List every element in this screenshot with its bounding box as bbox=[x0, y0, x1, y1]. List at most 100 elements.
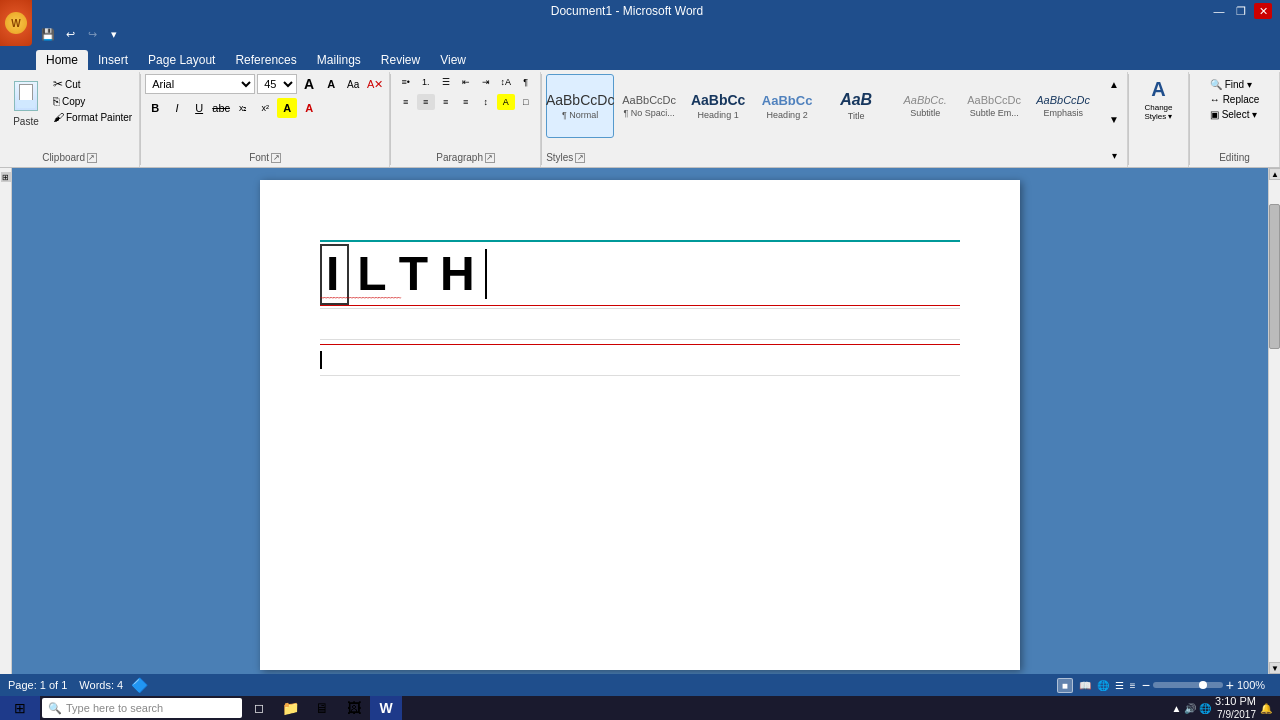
strikethrough-button[interactable]: abc bbox=[211, 98, 231, 118]
document-body-section bbox=[320, 339, 960, 376]
style-heading2[interactable]: AaBbCc Heading 2 bbox=[753, 74, 821, 138]
scroll-down-arrow[interactable]: ▼ bbox=[1269, 662, 1280, 674]
border-button[interactable]: □ bbox=[517, 94, 535, 110]
copy-button[interactable]: ⎘ Copy bbox=[50, 94, 135, 108]
ribbon-group-change-styles: A ChangeStyles ▾ bbox=[1129, 72, 1189, 167]
styles-scroll-down[interactable]: ▼ bbox=[1105, 112, 1123, 128]
save-button[interactable]: 💾 bbox=[38, 24, 58, 44]
task-view-button[interactable]: ◻ bbox=[244, 696, 274, 720]
justify-button[interactable]: ≡ bbox=[457, 94, 475, 110]
view-draft[interactable]: ≡ bbox=[1130, 680, 1136, 691]
font-size-select[interactable]: 45 bbox=[257, 74, 297, 94]
taskbar-app-word[interactable]: W bbox=[370, 696, 402, 720]
close-button[interactable]: ✕ bbox=[1254, 3, 1272, 19]
left-strip-icon[interactable]: ⊞ bbox=[1, 172, 11, 182]
zoom-out-button[interactable]: − bbox=[1142, 677, 1150, 693]
paste-button[interactable]: Paste bbox=[4, 74, 48, 152]
taskbar-app-4[interactable]: 🖼 bbox=[338, 696, 370, 720]
zoom-slider-track[interactable] bbox=[1153, 682, 1223, 688]
view-full-reading[interactable]: 📖 bbox=[1079, 680, 1091, 691]
style-subtitle[interactable]: AaBbCc. Subtitle bbox=[891, 74, 959, 138]
styles-gallery: AaBbCcDc ¶ Normal AaBbCcDc ¶ No Spaci...… bbox=[546, 74, 1105, 138]
minimize-button[interactable]: — bbox=[1210, 3, 1228, 19]
increase-indent-button[interactable]: ⇥ bbox=[477, 74, 495, 90]
font-expand-button[interactable]: ↗ bbox=[271, 153, 281, 163]
ribbon: Paste ✂ Cut ⎘ Copy 🖌 Format Painter Clip… bbox=[0, 70, 1280, 168]
style-title[interactable]: AaB Title bbox=[822, 74, 890, 138]
view-web-layout[interactable]: 🌐 bbox=[1097, 680, 1109, 691]
style-subtle-emphasis[interactable]: AaBbCcDc Subtle Em... bbox=[960, 74, 1028, 138]
style-no-spacing[interactable]: AaBbCcDc ¶ No Spaci... bbox=[615, 74, 683, 138]
tab-view[interactable]: View bbox=[430, 50, 476, 70]
styles-expand-button[interactable]: ↗ bbox=[575, 153, 585, 163]
clear-format-button[interactable]: A✕ bbox=[365, 74, 385, 94]
vertical-scrollbar[interactable]: ▲ ▼ bbox=[1268, 168, 1280, 674]
scroll-track[interactable] bbox=[1269, 180, 1280, 662]
word-status-bar: Page: 1 of 1 Words: 4 🔷 ■ 📖 🌐 ☰ ≡ − + 10… bbox=[0, 674, 1280, 696]
style-heading1[interactable]: AaBbCc Heading 1 bbox=[684, 74, 752, 138]
tab-references[interactable]: References bbox=[225, 50, 306, 70]
redo-button[interactable]: ↪ bbox=[82, 24, 102, 44]
bullets-button[interactable]: ≡• bbox=[397, 74, 415, 90]
align-left-button[interactable]: ≡ bbox=[397, 94, 415, 110]
tab-mailings[interactable]: Mailings bbox=[307, 50, 371, 70]
taskbar-app-explorer[interactable]: 📁 bbox=[274, 696, 306, 720]
superscript-button[interactable]: x² bbox=[255, 98, 275, 118]
font-grow-button[interactable]: A bbox=[299, 74, 319, 94]
select-button[interactable]: ▣ Select ▾ bbox=[1206, 108, 1264, 121]
replace-button[interactable]: ↔ Replace bbox=[1206, 93, 1264, 106]
font-color-button[interactable]: A bbox=[299, 98, 319, 118]
zoom-in-button[interactable]: + bbox=[1226, 677, 1234, 693]
tab-review[interactable]: Review bbox=[371, 50, 430, 70]
find-button[interactable]: 🔍 Find ▾ bbox=[1206, 78, 1264, 91]
underline-button[interactable]: U bbox=[189, 98, 209, 118]
tab-page-layout[interactable]: Page Layout bbox=[138, 50, 225, 70]
italic-button[interactable]: I bbox=[167, 98, 187, 118]
font-shrink-button[interactable]: A bbox=[321, 74, 341, 94]
decrease-indent-button[interactable]: ⇤ bbox=[457, 74, 475, 90]
view-print-layout[interactable]: ■ bbox=[1057, 678, 1073, 693]
tab-home[interactable]: Home bbox=[36, 50, 88, 70]
scroll-up-arrow[interactable]: ▲ bbox=[1269, 168, 1280, 180]
font-family-select[interactable]: Arial bbox=[145, 74, 255, 94]
undo-button[interactable]: ↩ bbox=[60, 24, 80, 44]
style-emphasis[interactable]: AaBbCcDc Emphasis bbox=[1029, 74, 1097, 138]
cut-button[interactable]: ✂ Cut bbox=[50, 76, 135, 92]
align-right-button[interactable]: ≡ bbox=[437, 94, 455, 110]
spell-check-squiggle: ~~~~~~~~~~~~~~~~~~~~~~~~~ bbox=[320, 294, 400, 302]
heading-text[interactable]: I L T H bbox=[320, 244, 960, 306]
format-painter-button[interactable]: 🖌 Format Painter bbox=[50, 110, 135, 124]
multilevel-list-button[interactable]: ☰ bbox=[437, 74, 455, 90]
zoom-slider-thumb[interactable] bbox=[1199, 681, 1207, 689]
tab-insert[interactable]: Insert bbox=[88, 50, 138, 70]
start-button[interactable]: ⊞ bbox=[0, 696, 40, 720]
view-outline[interactable]: ☰ bbox=[1115, 680, 1124, 691]
bold-button[interactable]: B bbox=[145, 98, 165, 118]
styles-scroll-up[interactable]: ▲ bbox=[1105, 76, 1123, 92]
sort-button[interactable]: ↕A bbox=[497, 74, 515, 90]
body-cursor-line[interactable] bbox=[320, 349, 960, 371]
align-center-button[interactable]: ≡ bbox=[417, 94, 435, 110]
spell-check-status[interactable]: 🔷 bbox=[131, 677, 148, 693]
taskbar-search[interactable]: 🔍 Type here to search bbox=[42, 698, 242, 718]
change-case-button[interactable]: Aa bbox=[343, 74, 363, 94]
show-hide-button[interactable]: ¶ bbox=[517, 74, 535, 90]
subscript-button[interactable]: x₂ bbox=[233, 98, 253, 118]
restore-button[interactable]: ❐ bbox=[1232, 3, 1250, 19]
taskbar-app-3[interactable]: 🖥 bbox=[306, 696, 338, 720]
style-normal[interactable]: AaBbCcDc ¶ Normal bbox=[546, 74, 614, 138]
shading-button[interactable]: A bbox=[497, 94, 515, 110]
styles-more-button[interactable]: ▾ bbox=[1105, 147, 1123, 163]
scroll-thumb[interactable] bbox=[1269, 204, 1280, 349]
clipboard-expand-button[interactable]: ↗ bbox=[87, 153, 97, 163]
change-styles-button[interactable] bbox=[1150, 149, 1168, 165]
office-button[interactable]: W bbox=[0, 0, 32, 46]
notification-button[interactable]: 🔔 bbox=[1260, 703, 1272, 714]
numbering-button[interactable]: 1. bbox=[417, 74, 435, 90]
paragraph-group-label: Paragraph ↗ bbox=[436, 152, 495, 165]
line-spacing-button[interactable]: ↕ bbox=[477, 94, 495, 110]
paragraph-expand-button[interactable]: ↗ bbox=[485, 153, 495, 163]
document-heading-section[interactable]: I L T H ~~~~~~~~~~~~~~~~~~~~~~~~~ bbox=[320, 240, 960, 309]
highlight-button[interactable]: A bbox=[277, 98, 297, 118]
quick-access-dropdown[interactable]: ▾ bbox=[104, 24, 124, 44]
